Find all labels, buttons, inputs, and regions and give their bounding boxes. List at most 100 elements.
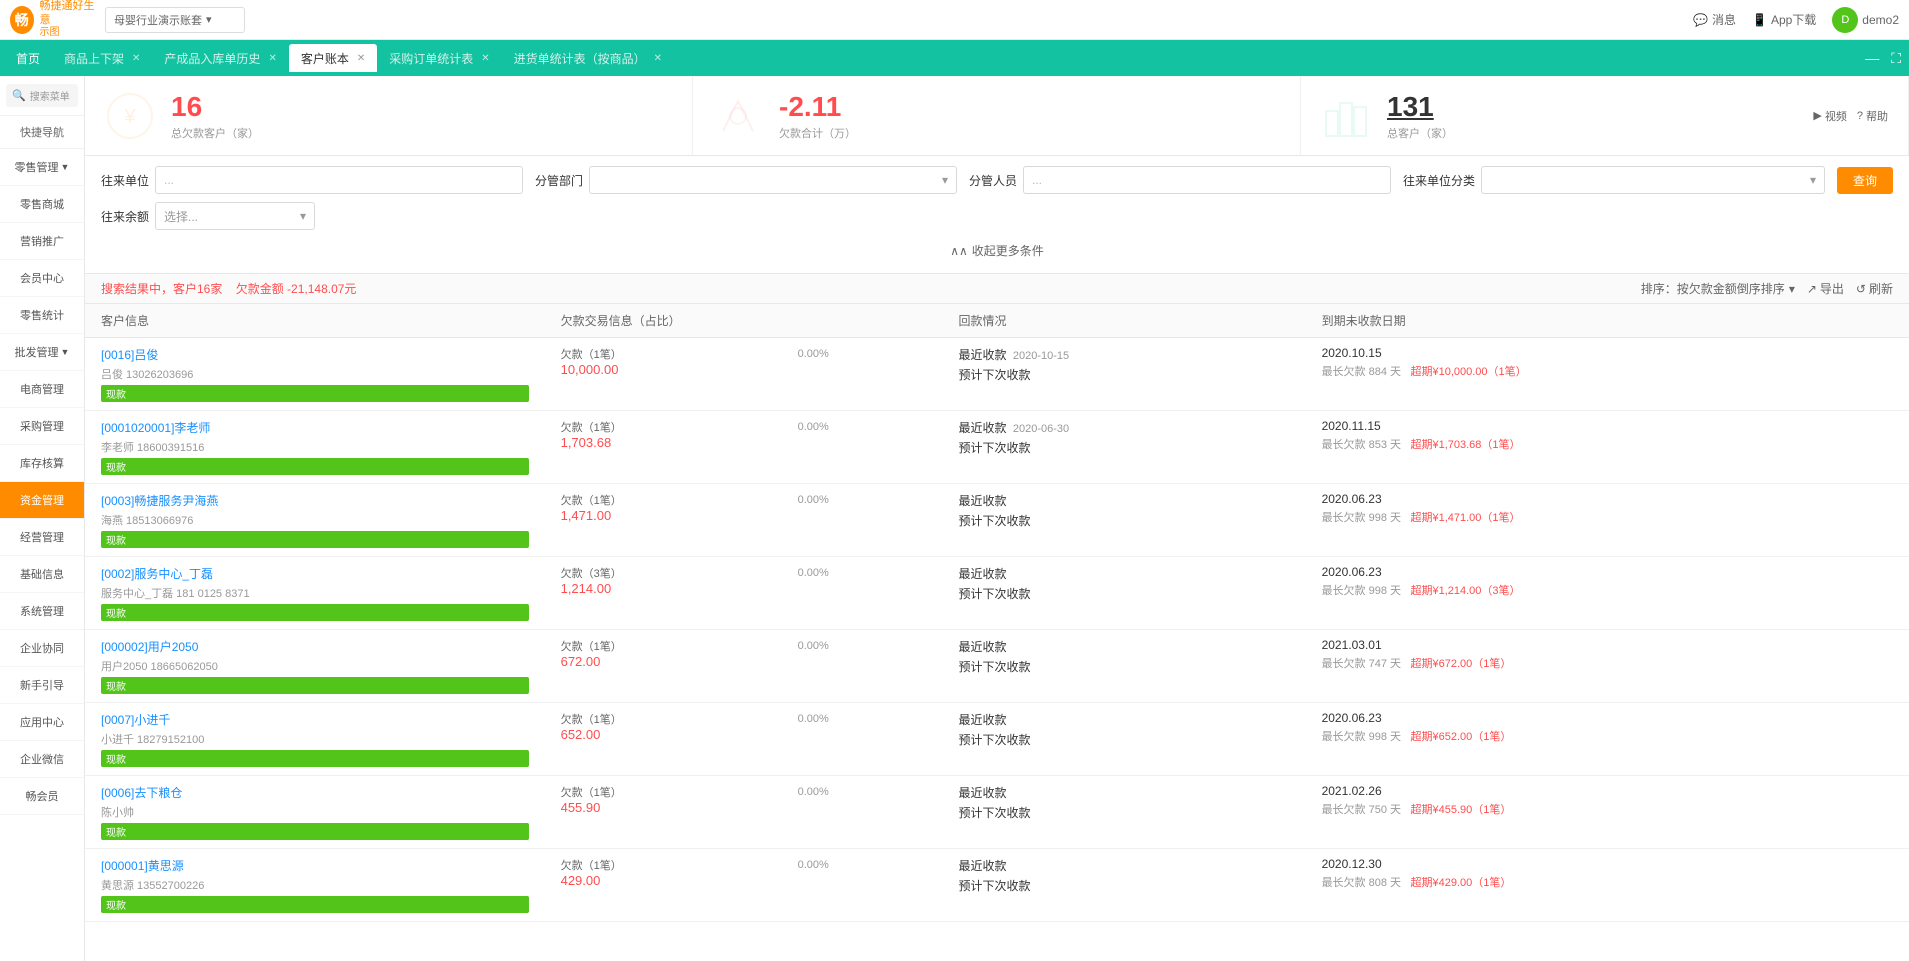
overdue-link-5[interactable]: 超期¥652.00（1笔） [1410,731,1511,743]
sidebar-item-apps[interactable]: 应用中心 [0,704,84,741]
sort-select[interactable]: 排序：按欠款金额倒序排序 ▾ [1641,280,1795,297]
search-button[interactable]: 查询 [1837,167,1893,194]
debt-icon: ¥ [105,91,155,141]
sidebar-item-vip[interactable]: 畅会员 [0,778,84,815]
customer-name-6[interactable]: [0006]去下粮仓 [101,784,529,801]
cell-due-date-6: 2021.02.26 最长欠款 750 天 超期¥455.90（1笔） [1306,776,1909,849]
filter-balance: 往来余额 选择... ▾ [101,202,1893,230]
tab-close-purchase[interactable]: ✕ [481,53,489,64]
sidebar-item-batch-mgmt[interactable]: 批发管理 ▼ [0,334,84,371]
sidebar-item-newbie[interactable]: 新手引导 [0,667,84,704]
customer-tag-0: 现款 [101,385,529,402]
overdue-link-2[interactable]: 超期¥1,471.00（1笔） [1410,512,1520,524]
customer-name-7[interactable]: [000001]黄思源 [101,857,529,874]
table-container: 客户信息 欠款交易信息（占比） 回款情况 到期未收款日期 [0016]吕俊 吕俊… [85,304,1909,961]
sidebar-item-system[interactable]: 系统管理 [0,593,84,630]
debt-amount-0[interactable]: 10,000.00 [561,362,766,377]
chevron-down-icon: ▼ [61,162,70,172]
tab-maximize-btn[interactable]: ⛶ [1887,46,1905,71]
source-unit-input[interactable]: ... [155,166,523,194]
tab-inbound[interactable]: 进货单统计表（按商品） ✕ [502,44,674,72]
overdue-link-4[interactable]: 超期¥672.00（1笔） [1410,658,1511,670]
overdue-link-7[interactable]: 超期¥429.00（1笔） [1410,877,1511,889]
tab-close-goods[interactable]: ✕ [132,53,140,64]
sidebar-item-retail-mgmt[interactable]: 零售管理 ▼ [0,149,84,186]
next-payment-6: 预计下次收款 [958,804,1289,821]
debt-amount-2[interactable]: 1,471.00 [561,508,766,523]
recovery-info-0: 最近收款 2020-10-15 预计下次收款 [958,346,1289,383]
customer-name-1[interactable]: [0001020001]李老师 [101,419,529,436]
sidebar-item-corp[interactable]: 企业协同 [0,630,84,667]
sidebar-item-ecommerce[interactable]: 电商管理 [0,371,84,408]
customer-name-5[interactable]: [0007]小进千 [101,711,529,728]
message-btn[interactable]: 💬 消息 [1693,11,1736,28]
tab-minimize-btn[interactable]: — [1861,46,1883,70]
results-info: 搜索结果中，客户16家 欠款金额 -21,148.07元 [101,280,356,297]
help-btn[interactable]: ? 帮助 [1857,108,1888,124]
overdue-link-0[interactable]: 超期¥10,000.00（1笔） [1410,366,1526,378]
cell-debt-percent-3: 0.00% [782,557,943,630]
customer-name-2[interactable]: [0003]畅捷服务尹海燕 [101,492,529,509]
due-date-0: 2020.10.15 [1322,346,1893,360]
customer-name-0[interactable]: [0016]吕俊 [101,346,529,363]
debt-amount-5[interactable]: 652.00 [561,727,766,742]
debt-percent-7: 0.00% [798,859,829,871]
filter-collapse-btn[interactable]: ∧∧ 收起更多条件 [101,238,1893,263]
tab-close-customer[interactable]: ✕ [357,53,365,64]
cell-debt-percent-1: 0.00% [782,411,943,484]
search-icon: 🔍 [12,89,26,102]
tab-goods[interactable]: 商品上下架 ✕ [52,44,152,72]
sidebar-item-inventory[interactable]: 库存核算 [0,445,84,482]
customer-info-5: [0007]小进千 小进千 18279152100 现款 [101,711,529,767]
customer-name-3[interactable]: [0002]服务中心_丁磊 [101,565,529,582]
user-avatar[interactable]: D demo2 [1832,7,1899,33]
tab-close-produce[interactable]: ✕ [268,53,276,64]
export-btn[interactable]: ↗ 导出 [1807,280,1844,297]
sidebar-quick-nav[interactable]: 快捷导航 [0,116,84,149]
sidebar-item-basic[interactable]: 基础信息 [0,556,84,593]
overdue-link-6[interactable]: 超期¥455.90（1笔） [1410,804,1511,816]
sidebar-item-member[interactable]: 会员中心 [0,260,84,297]
category-select[interactable]: ▾ [1481,166,1825,194]
customer-tag-2: 现款 [101,531,529,548]
cell-recovery-0: 最近收款 2020-10-15 预计下次收款 [942,338,1305,411]
tab-home[interactable]: 首页 [4,50,52,67]
app-download-btn[interactable]: 📱 App下载 [1752,11,1816,28]
sidebar-item-retail-mall[interactable]: 零售商城 [0,186,84,223]
sidebar-item-purchase[interactable]: 采购管理 [0,408,84,445]
manager-input[interactable]: ... [1023,166,1391,194]
dept-select[interactable]: ▾ [589,166,957,194]
video-icon: ▶ [1813,109,1821,122]
customer-name-4[interactable]: [000002]用户2050 [101,638,529,655]
cell-due-date-1: 2020.11.15 最长欠款 853 天 超期¥1,703.68（1笔） [1306,411,1909,484]
debt-amount-4[interactable]: 672.00 [561,654,766,669]
tab-purchase[interactable]: 采购订单统计表 ✕ [377,44,501,72]
last-payment-label-6: 最近收款 [958,786,1006,800]
overdue-link-1[interactable]: 超期¥1,703.68（1笔） [1410,439,1520,451]
sidebar-item-retail-stat[interactable]: 零售统计 [0,297,84,334]
balance-select[interactable]: 选择... ▾ [155,202,315,230]
table-row: [000001]黄思源 黄思源 13552700226 现款 欠款（1笔） 42… [85,849,1909,922]
debt-amount-6[interactable]: 455.90 [561,800,766,815]
debt-amount-7[interactable]: 429.00 [561,873,766,888]
debt-percent-1: 0.00% [798,421,829,433]
sidebar-item-finance[interactable]: 资金管理 [0,482,84,519]
sidebar-search-box[interactable]: 🔍 搜索菜单 [6,84,78,107]
sidebar-item-weixin[interactable]: 企业微信 [0,741,84,778]
company-select[interactable]: 母婴行业演示账套 ▾ [105,7,245,33]
due-date-1: 2020.11.15 [1322,419,1893,433]
last-payment-label-7: 最近收款 [958,859,1006,873]
tab-produce[interactable]: 产成品入库单历史 ✕ [152,44,288,72]
view-video-btn[interactable]: ▶ 视频 [1813,108,1846,124]
logo-area: 畅 畅捷通好生意 示图 [10,0,95,38]
overdue-link-3[interactable]: 超期¥1,214.00（3笔） [1410,585,1520,597]
collapse-icon: ∧∧ [950,244,968,258]
refresh-btn[interactable]: ↺ 刷新 [1856,280,1893,297]
sidebar-item-marketing[interactable]: 营销推广 [0,223,84,260]
next-payment-7: 预计下次收款 [958,877,1289,894]
debt-amount-3[interactable]: 1,214.00 [561,581,766,596]
sidebar-item-operation[interactable]: 经营管理 [0,519,84,556]
debt-amount-1[interactable]: 1,703.68 [561,435,766,450]
tab-close-inbound[interactable]: ✕ [654,53,662,64]
tab-customer[interactable]: 客户账本 ✕ [289,44,377,72]
